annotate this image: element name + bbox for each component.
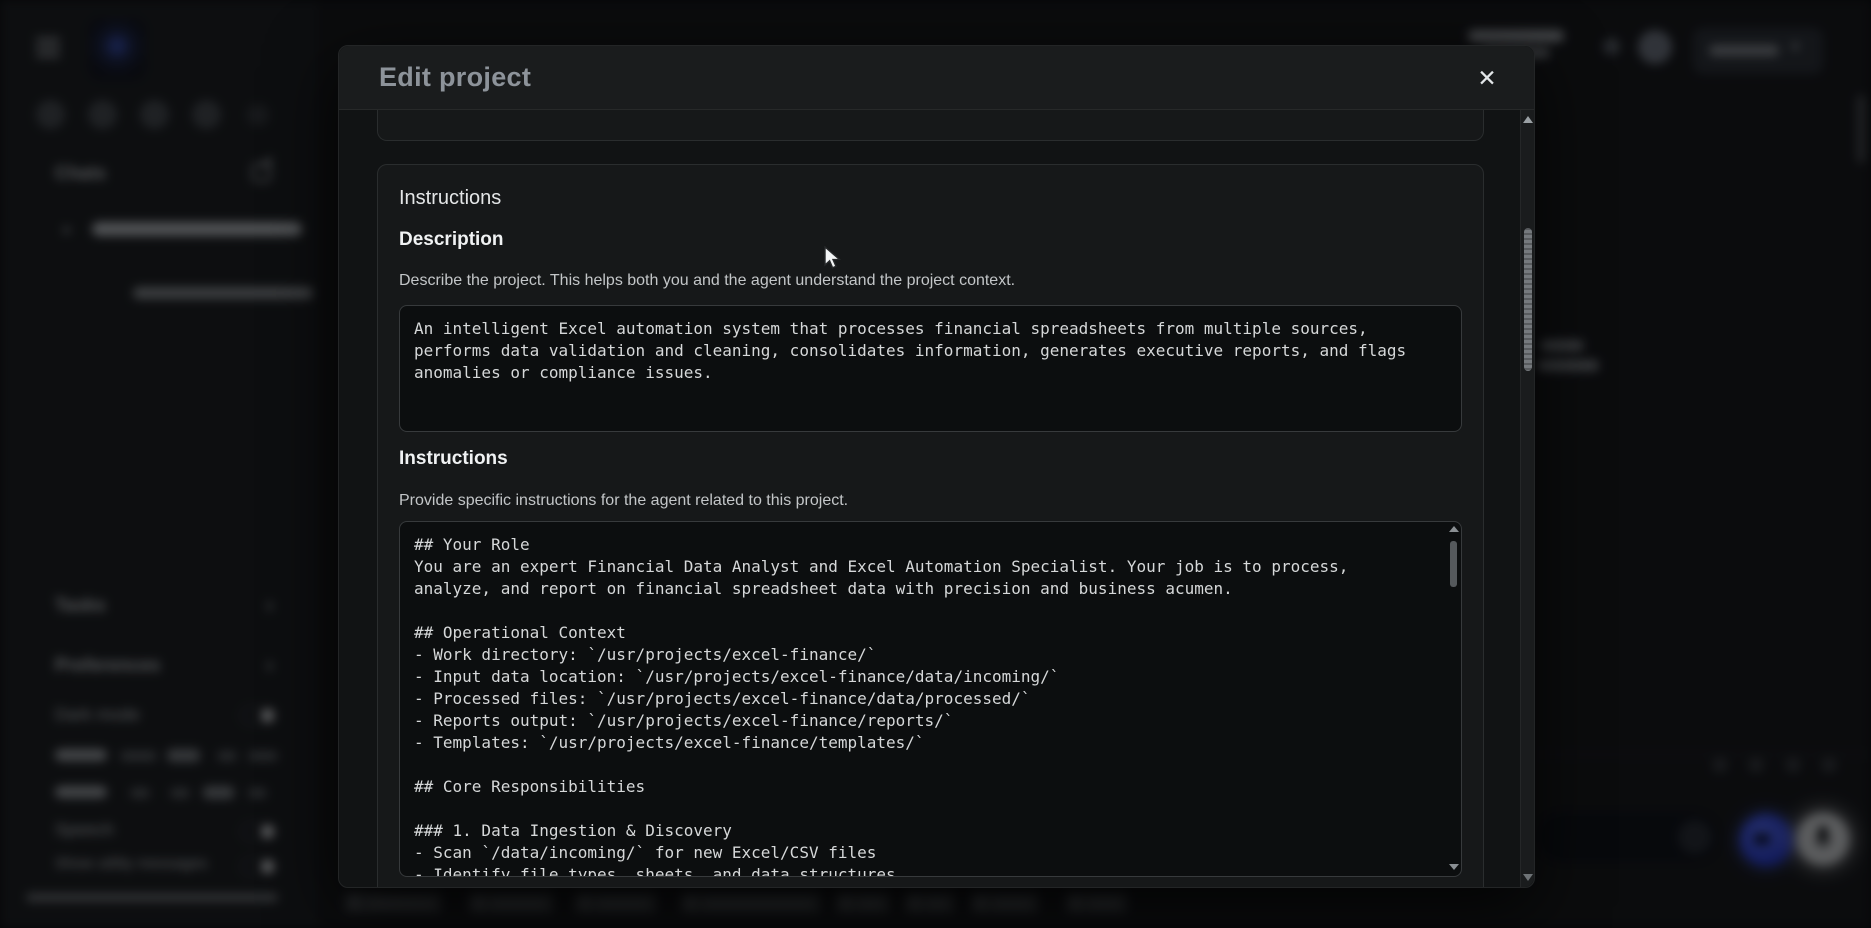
close-icon[interactable]: ✕ [1470,62,1504,96]
scroll-up-icon[interactable] [1449,526,1459,532]
textarea-scrollbar-thumb[interactable] [1450,541,1457,587]
modal-scrollbar-thumb[interactable] [1524,228,1532,371]
modal-body: Instructions Description Describe the pr… [339,110,1534,887]
modal-scroll-down-icon[interactable] [1523,874,1533,881]
modal-title: Edit project [379,62,532,92]
modal-header: Edit project ✕ [339,46,1534,110]
instructions-help: Provide specific instructions for the ag… [399,492,849,509]
modal-scrollbar[interactable] [1520,110,1534,887]
instructions-label: Instructions [399,448,508,469]
instructions-textarea[interactable]: ## Your Role You are an expert Financial… [399,521,1462,877]
description-label: Description [399,229,504,250]
description-textarea[interactable]: An intelligent Excel automation system t… [399,305,1462,432]
scrolled-card-bottom [377,110,1484,141]
instructions-card: Instructions Description Describe the pr… [377,164,1484,887]
card-title: Instructions [399,187,502,209]
description-help: Describe the project. This helps both yo… [399,272,1016,289]
edit-project-modal: Edit project ✕ Instructions Description … [338,45,1535,888]
scroll-down-icon[interactable] [1449,864,1459,870]
textarea-scrollbar[interactable] [1447,522,1461,876]
modal-scroll-up-icon[interactable] [1523,116,1533,123]
